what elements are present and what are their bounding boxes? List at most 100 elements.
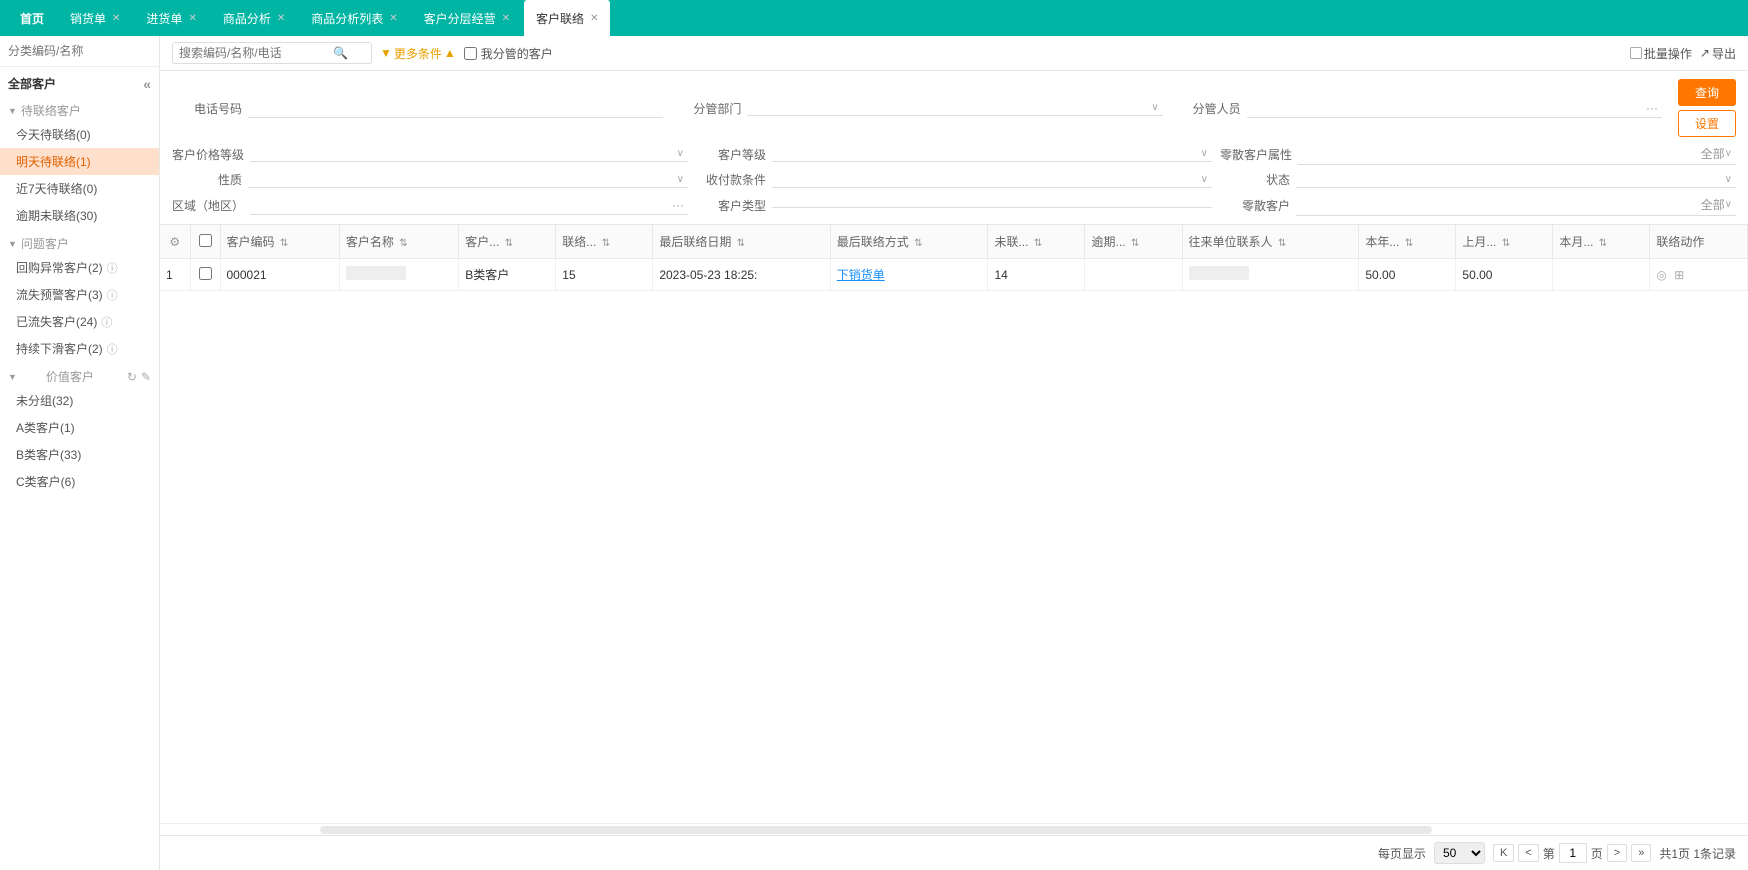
nav-sales-close[interactable]: ✕: [112, 13, 120, 24]
nav-purchase[interactable]: 进货单 ✕: [134, 0, 208, 36]
query-button[interactable]: 查询: [1678, 79, 1736, 106]
sidebar-loss-warning[interactable]: 流失预警客户(3) ⓘ: [0, 281, 159, 308]
my-customers-checkbox[interactable]: [464, 47, 477, 60]
sort-code-icon[interactable]: ⇅: [280, 238, 288, 249]
sidebar-tomorrow-pending[interactable]: 明天待联络(1): [0, 148, 159, 175]
customer-level-label: 客户等级: [696, 146, 766, 163]
sort-last-date-icon[interactable]: ⇅: [737, 238, 745, 249]
search-input[interactable]: [179, 46, 329, 60]
first-page-btn[interactable]: K: [1493, 844, 1514, 862]
sidebar-declining-customers[interactable]: 持续下滑客户(2) ⓘ: [0, 335, 159, 362]
sort-type-icon[interactable]: ⇅: [505, 238, 513, 249]
nav-customer-contact-close[interactable]: ✕: [590, 13, 598, 24]
nav-sales[interactable]: 销货单 ✕: [58, 0, 132, 36]
nav-customer-contact[interactable]: 客户联络 ✕: [524, 0, 610, 36]
retail-customer-select[interactable]: 全部 ∨: [1296, 194, 1736, 216]
retail-attr-select[interactable]: 全部 ∨: [1298, 143, 1736, 165]
customer-level-select[interactable]: ∨: [772, 146, 1212, 162]
filter-icon: ▼: [380, 46, 392, 60]
price-level-select[interactable]: ∨: [250, 146, 688, 162]
prev-page-btn[interactable]: <: [1518, 844, 1538, 862]
cell-contacts: 15: [556, 259, 653, 291]
filter-row-3: 性质 ∨ 收付款条件 ∨ 状态 ∨: [172, 171, 1736, 188]
select-all-checkbox[interactable]: [199, 234, 212, 247]
sidebar: 🔍 全部客户 « 待联络客户 今天待联络(0) 明天待联络(1) 近7天待联络(…: [0, 36, 160, 870]
nav-product-analysis-close[interactable]: ✕: [277, 13, 285, 24]
batch-op-btn[interactable]: 批量操作: [1630, 45, 1692, 62]
status-field: 状态 ∨: [1220, 171, 1736, 188]
sort-no-contact-icon[interactable]: ⇅: [1034, 238, 1042, 249]
sidebar-ungrouped[interactable]: 未分组(32): [0, 387, 159, 414]
sidebar-search-input[interactable]: [8, 44, 160, 58]
customer-type-select[interactable]: [772, 203, 1212, 208]
sidebar-b-customers[interactable]: B类客户(33): [0, 441, 159, 468]
sort-contacts-icon[interactable]: ⇅: [602, 238, 610, 249]
dept-select[interactable]: ∨: [747, 100, 1162, 116]
export-btn[interactable]: ↗ 导出: [1700, 45, 1736, 62]
sidebar-c-customers[interactable]: C类客户(6): [0, 468, 159, 495]
nav-purchase-label: 进货单: [146, 10, 182, 27]
nav-product-analysis-label: 商品分析: [223, 10, 271, 27]
sort-name-icon[interactable]: ⇅: [399, 238, 407, 249]
table-row: 1 000021 B类客户 15 2023-05-23 18:25: 下销货单: [160, 259, 1748, 291]
sort-this-month-icon[interactable]: ⇅: [1599, 238, 1607, 249]
sidebar-a-customers[interactable]: A类客户(1): [0, 414, 159, 441]
toolbar-right: 批量操作 ↗ 导出: [1630, 45, 1736, 62]
th-last-month: 上月... ⇅: [1456, 225, 1553, 259]
sort-last-method-icon[interactable]: ⇅: [914, 238, 922, 249]
sidebar-abnormal-repurchase[interactable]: 回购异常客户(2) ⓘ: [0, 254, 159, 281]
row-checkbox[interactable]: [199, 267, 212, 280]
horizontal-scroll-bar[interactable]: [160, 823, 1748, 835]
retail-customer-value: 全部: [1701, 196, 1725, 213]
nav-home[interactable]: 首页: [8, 0, 56, 36]
settings-button[interactable]: 设置: [1678, 110, 1736, 137]
cell-last-date: 2023-05-23 18:25:: [653, 259, 830, 291]
info-icon-4: ⓘ: [107, 341, 118, 357]
collapse-icon[interactable]: «: [143, 76, 151, 92]
sort-this-year-icon[interactable]: ⇅: [1405, 238, 1413, 249]
action-icon-2[interactable]: ⊞: [1674, 268, 1684, 282]
th-unit-contacts: 往来单位联系人 ⇅: [1182, 225, 1359, 259]
sort-overdue-icon[interactable]: ⇅: [1131, 238, 1139, 249]
sidebar-lost-customers[interactable]: 已流失客户(24) ⓘ: [0, 308, 159, 335]
per-page-select[interactable]: 50 100 200: [1434, 842, 1485, 864]
gender-chevron: ∨: [677, 174, 684, 185]
more-conditions-btn[interactable]: ▼ 更多条件 ▲: [380, 45, 456, 62]
sort-last-month-icon[interactable]: ⇅: [1502, 238, 1510, 249]
nav-customer-tier[interactable]: 客户分层经营 ✕: [412, 0, 522, 36]
edit-icon[interactable]: ✎: [141, 370, 151, 384]
next-page-btn[interactable]: >: [1607, 844, 1627, 862]
nav-customer-tier-close[interactable]: ✕: [502, 13, 510, 24]
scroll-thumb[interactable]: [320, 826, 1432, 834]
last-page-btn[interactable]: »: [1631, 844, 1651, 862]
sidebar-7days-pending[interactable]: 近7天待联络(0): [0, 175, 159, 202]
nav-product-analysis-list-label: 商品分析列表: [311, 10, 383, 27]
customer-type-label: 客户类型: [696, 197, 766, 214]
region-select[interactable]: ···: [250, 196, 688, 215]
sort-unit-contacts-icon[interactable]: ⇅: [1278, 238, 1286, 249]
nav-purchase-close[interactable]: ✕: [188, 13, 196, 24]
search-icon[interactable]: 🔍: [333, 46, 348, 60]
gender-select[interactable]: ∨: [248, 172, 688, 188]
all-customers-header[interactable]: 全部客户 «: [0, 67, 159, 96]
payment-select[interactable]: ∨: [772, 172, 1212, 188]
page-input[interactable]: [1559, 843, 1587, 863]
nav-product-analysis-list[interactable]: 商品分析列表 ✕: [299, 0, 409, 36]
retail-attr-label: 零散客户属性: [1220, 146, 1292, 163]
info-icon-3: ⓘ: [101, 314, 112, 330]
action-icon-1[interactable]: ◎: [1656, 268, 1666, 282]
sidebar-overdue-contact[interactable]: 逾期未联络(30): [0, 202, 159, 229]
table-header-row: ⚙ 客户编码 ⇅ 客户名称 ⇅ 客户...: [160, 225, 1748, 259]
nav-product-analysis[interactable]: 商品分析 ✕: [211, 0, 297, 36]
phone-input[interactable]: [248, 99, 663, 118]
th-settings[interactable]: ⚙: [160, 225, 190, 259]
per-page-label: 每页显示: [1378, 845, 1426, 862]
person-select[interactable]: ···: [1247, 99, 1662, 118]
status-select[interactable]: ∨: [1296, 172, 1736, 188]
retail-customer-field: 零散客户 全部 ∨: [1220, 194, 1736, 216]
refresh-icon[interactable]: ↻: [127, 370, 137, 384]
nav-product-analysis-list-close[interactable]: ✕: [389, 13, 397, 24]
person-ellipsis: ···: [1646, 101, 1658, 115]
sidebar-today-pending[interactable]: 今天待联络(0): [0, 121, 159, 148]
last-method-link[interactable]: 下销货单: [837, 268, 885, 282]
